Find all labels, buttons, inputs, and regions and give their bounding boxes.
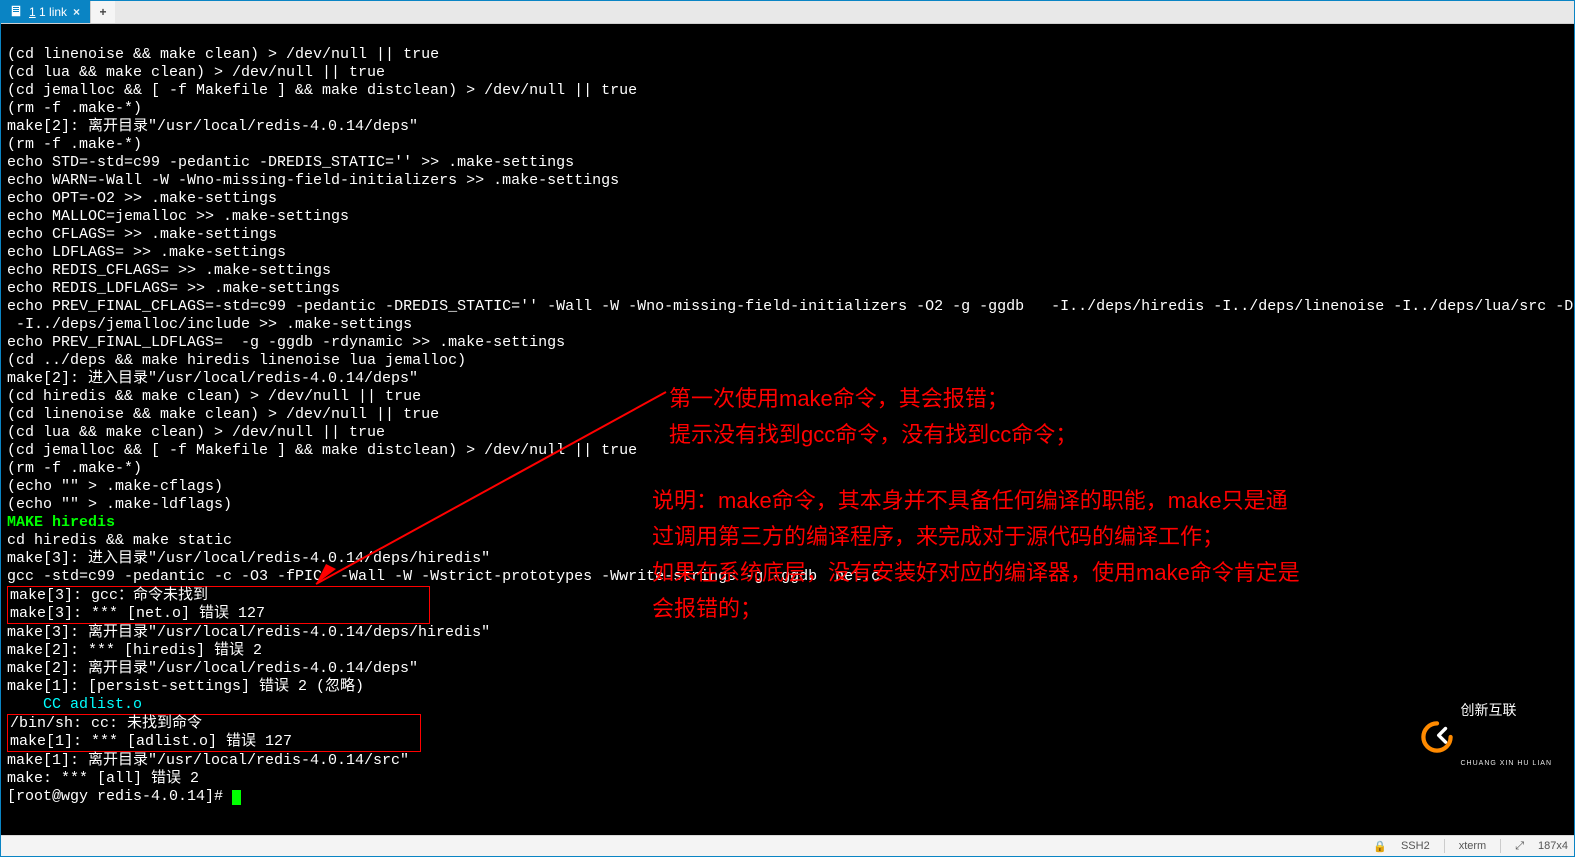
annotation-text: 说明：make命令，其本身并不具备任何编译的职能，make只是通 [652,484,1288,518]
watermark-logo: 创新互联 CHUANG XIN HU LIAN [1420,665,1552,809]
terminal-line: make[2]: 离开目录"/usr/local/redis-4.0.14/de… [7,660,418,677]
terminal-line: (cd ../deps && make hiredis linenoise lu… [7,352,466,369]
terminal-line: make[2]: 进入目录"/usr/local/redis-4.0.14/de… [7,370,418,387]
close-icon[interactable]: × [73,5,80,19]
terminal-line: make: *** [all] 错误 2 [7,770,199,787]
new-tab-button[interactable]: + [90,1,115,23]
terminal-line: echo MALLOC=jemalloc >> .make-settings [7,208,349,225]
tab-bar: 1 1 link × + [1,1,1574,24]
resize-icon: ⤢ [1515,840,1524,853]
terminal-line: make[2]: 离开目录"/usr/local/redis-4.0.14/de… [7,118,418,135]
terminal-line: gcc -std=c99 -pedantic -c -O3 -fPIC -Wal… [7,568,880,585]
status-bar: 🔒 SSH2 xterm ⤢ 187x4 [1,835,1574,856]
status-size: 187x4 [1538,840,1568,852]
terminal-line: cd hiredis && make static [7,532,232,549]
terminal-line: echo CFLAGS= >> .make-settings [7,226,277,243]
terminal-line: CC adlist.o [7,696,142,713]
terminal-line: echo REDIS_CFLAGS= >> .make-settings [7,262,331,279]
terminal-line: (cd jemalloc && [ -f Makefile ] && make … [7,442,637,459]
terminal-line: (cd lua && make clean) > /dev/null || tr… [7,424,385,441]
error-box-cc: /bin/sh: cc: 未找到命令 make[1]: *** [adlist.… [7,714,421,752]
terminal-line: make[3]: 进入目录"/usr/local/redis-4.0.14/de… [7,550,490,567]
terminal-line: echo STD=-std=c99 -pedantic -DREDIS_STAT… [7,154,574,171]
tab-label: 1 1 link [29,5,67,19]
terminal-line: (cd hiredis && make clean) > /dev/null |… [7,388,421,405]
terminal-line: (cd jemalloc && [ -f Makefile ] && make … [7,82,637,99]
annotation-text: 提示没有找到gcc命令，没有找到cc命令； [669,418,1077,452]
terminal-line: echo PREV_FINAL_CFLAGS=-std=c99 -pedanti… [7,298,1573,315]
terminal-line: (echo "" > .make-cflags) [7,478,223,495]
annotation-text: 会报错的； [652,592,762,626]
terminal-line: echo PREV_FINAL_LDFLAGS= -g -ggdb -rdyna… [7,334,565,351]
annotation-text: 第一次使用make命令，其会报错； [669,382,1009,416]
terminal-line: echo REDIS_LDFLAGS= >> .make-settings [7,280,340,297]
terminal-line: make[1]: [persist-settings] 错误 2 (忽略) [7,678,364,695]
terminal-line: -I../deps/jemalloc/include >> .make-sett… [7,316,412,333]
terminal-line: MAKE hiredis [7,514,115,531]
terminal-viewport[interactable]: (cd linenoise && make clean) > /dev/null… [1,24,1574,835]
terminal-line: (cd lua && make clean) > /dev/null || tr… [7,64,385,81]
lock-icon: 🔒 [1373,840,1387,853]
terminal-line: echo LDFLAGS= >> .make-settings [7,244,286,261]
terminal-line: echo OPT=-O2 >> .make-settings [7,190,277,207]
terminal-line: (rm -f .make-*) [7,100,142,117]
terminal-line: echo WARN=-Wall -W -Wno-missing-field-in… [7,172,619,189]
terminal-line: make[1]: 离开目录"/usr/local/redis-4.0.14/sr… [7,752,409,769]
terminal-line: make[3]: 离开目录"/usr/local/redis-4.0.14/de… [7,624,490,641]
status-ssh: SSH2 [1401,840,1430,852]
terminal-prompt: [root@wgy redis-4.0.14]# [7,788,232,805]
tab-link-1[interactable]: 1 1 link × [1,1,90,23]
cursor [232,790,241,805]
terminal-line: make[2]: *** [hiredis] 错误 2 [7,642,262,659]
error-box-gcc: make[3]: gcc：命令未找到 make[3]: *** [net.o] … [7,586,430,624]
file-icon [11,5,23,20]
status-term: xterm [1459,840,1487,852]
terminal-line: (cd linenoise && make clean) > /dev/null… [7,46,439,63]
terminal-line: (rm -f .make-*) [7,136,142,153]
terminal-line: (rm -f .make-*) [7,460,142,477]
logo-icon [1420,720,1454,754]
terminal-line: (echo "" > .make-ldflags) [7,496,232,513]
terminal-line: (cd linenoise && make clean) > /dev/null… [7,406,439,423]
annotation-text: 过调用第三方的编译程序，来完成对于源代码的编译工作； [652,520,1224,554]
